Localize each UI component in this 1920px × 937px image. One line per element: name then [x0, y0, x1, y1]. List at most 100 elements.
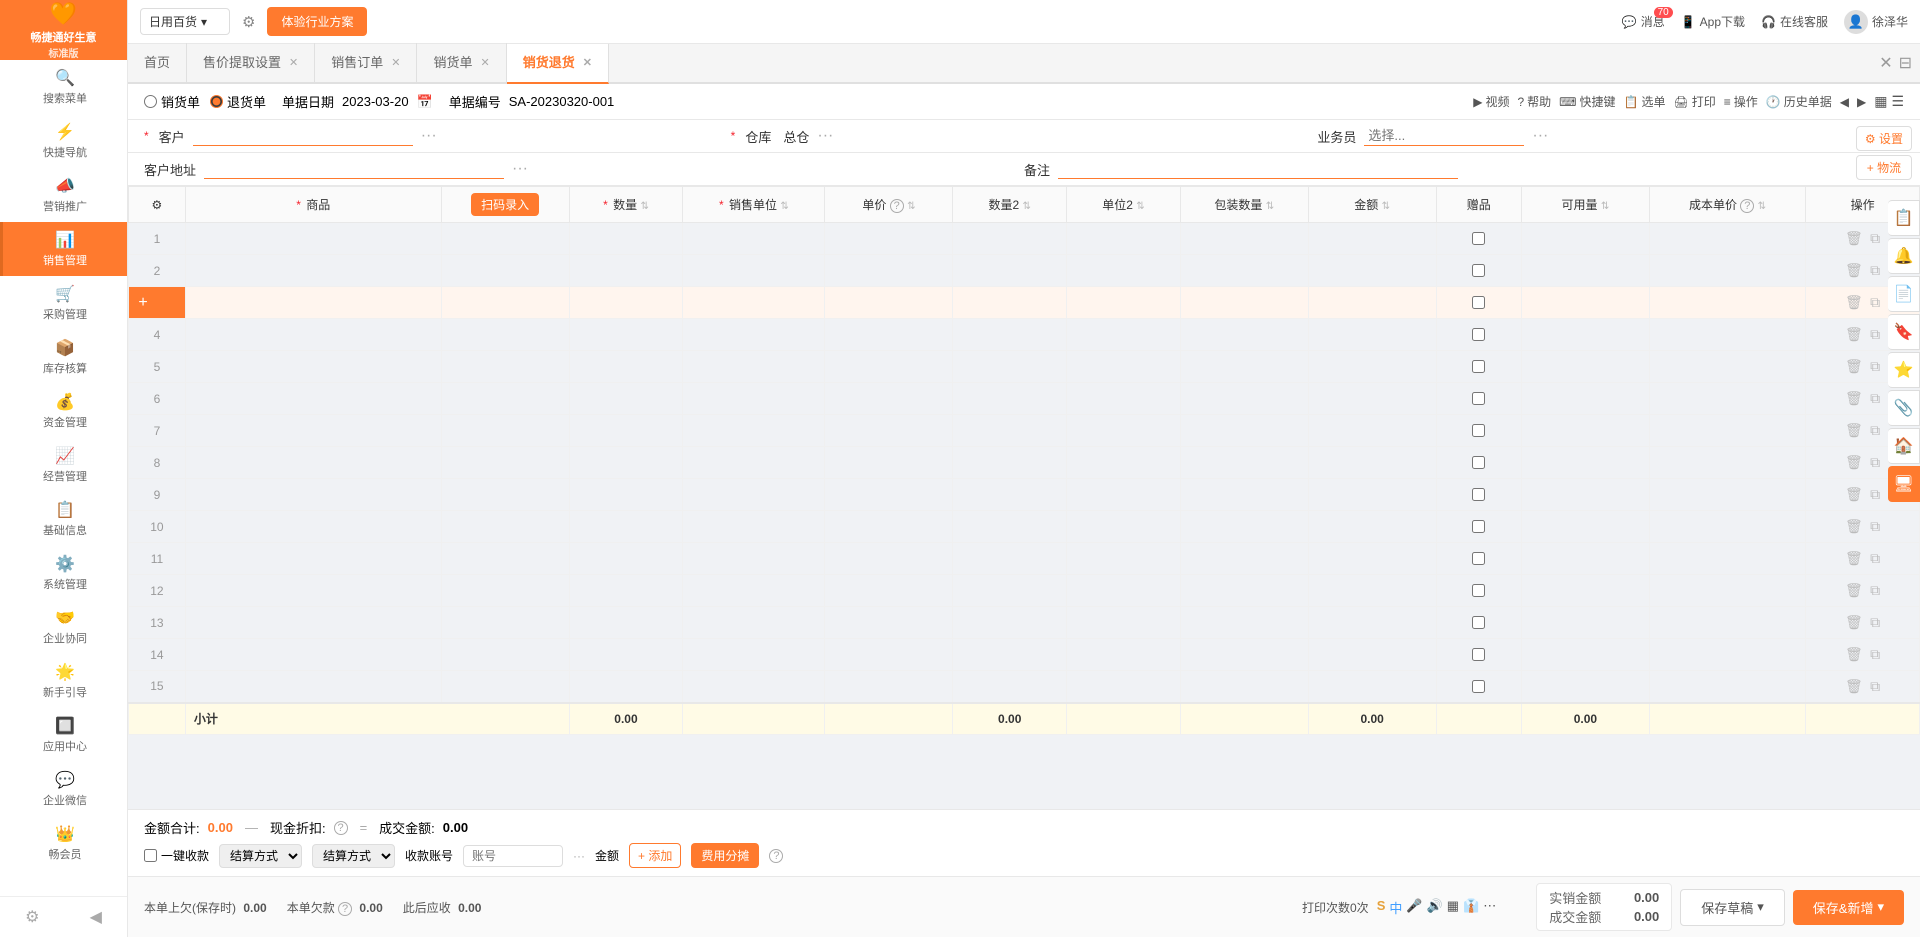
online-service-btn[interactable]: 🎧 在线客服 — [1761, 13, 1828, 30]
delete-row-btn-12[interactable]: 🗑 — [1843, 580, 1865, 601]
settle-method-select[interactable]: 结算方式 — [219, 844, 302, 868]
radio-sale-input[interactable] — [144, 95, 157, 108]
print-btn[interactable]: 🖨 打印 — [1673, 93, 1715, 110]
delete-row-btn-13[interactable]: 🗑 — [1843, 612, 1865, 633]
gift-checkbox-9[interactable] — [1472, 488, 1485, 501]
sidebar-item-system[interactable]: ⚙️ 系统管理 — [0, 546, 127, 600]
tab-menu-icon[interactable]: ⊟ — [1899, 53, 1912, 73]
select-btn[interactable]: 📋 选单 — [1624, 93, 1666, 110]
tab-close-all-icon[interactable]: ✕ — [1879, 53, 1892, 73]
sidebar-item-collab[interactable]: 🤝 企业协同 — [0, 600, 127, 654]
sidebar-item-member[interactable]: 👑 畅会员 — [0, 816, 127, 870]
settings-col-icon[interactable]: ⚙ — [152, 198, 163, 212]
save-draft-btn[interactable]: 保存草稿 ▾ — [1680, 889, 1785, 926]
goods-cell[interactable] — [185, 287, 441, 319]
sidebar-item-quicknav[interactable]: ⚡ 快捷导航 — [0, 114, 127, 168]
topnav-gear-icon[interactable]: ⚙ — [238, 9, 259, 35]
debt-info-icon[interactable]: ? — [338, 902, 352, 916]
gift-checkbox-13[interactable] — [1472, 616, 1485, 629]
message-btn[interactable]: 💬 消息 70 — [1622, 13, 1665, 30]
delete-row-btn-10[interactable]: 🗑 — [1843, 516, 1865, 537]
video-btn[interactable]: ▶ 视频 — [1473, 93, 1509, 110]
industry-select[interactable]: 日用百货 ▾ — [140, 8, 230, 35]
avail-sort-icon[interactable]: ⇅ — [1601, 201, 1609, 212]
calc-method-select[interactable]: 结算方式 — [312, 844, 395, 868]
sidebar-item-wechat[interactable]: 💬 企业微信 — [0, 762, 127, 816]
unit-sort-icon[interactable]: ⇅ — [780, 201, 788, 212]
tab-price-extract[interactable]: 售价提取设置 ✕ — [187, 43, 315, 83]
address-input[interactable] — [204, 159, 504, 179]
right-btn-home[interactable]: 🏠 — [1888, 428, 1920, 464]
goods-cell[interactable] — [185, 671, 441, 703]
goods-cell[interactable] — [185, 511, 441, 543]
right-btn-attach[interactable]: 📎 — [1888, 390, 1920, 426]
salesperson-input[interactable] — [1364, 126, 1524, 146]
gift-checkbox-10[interactable] — [1472, 520, 1485, 533]
one-key-checkbox[interactable]: 一键收款 — [144, 847, 209, 864]
delete-row-btn-9[interactable]: 🗑 — [1843, 484, 1865, 505]
tab-sale-return[interactable]: 销货退货 ✕ — [507, 44, 609, 84]
radio-return[interactable]: 退货单 — [210, 92, 266, 111]
gift-checkbox-14[interactable] — [1472, 648, 1485, 661]
gift-checkbox-8[interactable] — [1472, 456, 1485, 469]
tab-sale-close-icon[interactable]: ✕ — [481, 43, 490, 83]
shortcut-btn[interactable]: ⌨ 快捷键 — [1559, 93, 1615, 110]
goods-cell[interactable] — [185, 479, 441, 511]
right-btn-detail[interactable]: 📋 — [1888, 200, 1920, 236]
copy-row-btn-13[interactable]: ⧉ — [1868, 612, 1882, 633]
sidebar-item-search[interactable]: 🔍 搜索菜单 — [0, 60, 127, 114]
warehouse-more-icon[interactable]: ··· — [817, 127, 833, 145]
one-key-input[interactable] — [144, 849, 157, 862]
goods-input-3[interactable] — [190, 295, 437, 310]
copy-row-btn-15[interactable]: ⧉ — [1868, 676, 1882, 697]
nav-next-icon[interactable]: ▶ — [1857, 95, 1866, 109]
help-btn[interactable]: ? 帮助 — [1517, 93, 1551, 110]
sidebar-item-operations[interactable]: 📈 经营管理 — [0, 438, 127, 492]
copy-row-btn-7[interactable]: ⧉ — [1868, 420, 1882, 441]
grid-view-icon[interactable]: ▦ — [1874, 93, 1887, 110]
tab-sale-slip[interactable]: 销货单 ✕ — [417, 43, 506, 83]
sidebar-item-appcenter[interactable]: 🔲 应用中心 — [0, 708, 127, 762]
history-btn[interactable]: 🕐 历史单据 — [1766, 93, 1832, 110]
sidebar-item-inventory[interactable]: 📦 库存核算 — [0, 330, 127, 384]
gift-checkbox-5[interactable] — [1472, 360, 1485, 373]
tab-return-close-icon[interactable]: ✕ — [583, 43, 592, 83]
delete-row-btn-5[interactable]: 🗑 — [1843, 356, 1865, 377]
remarks-input[interactable] — [1058, 159, 1458, 179]
gift-checkbox-4[interactable] — [1472, 328, 1485, 341]
gift-checkbox-2[interactable] — [1472, 264, 1485, 277]
right-btn-bookmark[interactable]: 🔖 — [1888, 314, 1920, 350]
qty-sort-icon[interactable]: ⇅ — [640, 201, 648, 212]
goods-cell[interactable] — [185, 351, 441, 383]
tab-price-close-icon[interactable]: ✕ — [289, 43, 298, 83]
pkg-sort-icon[interactable]: ⇅ — [1266, 201, 1274, 212]
scan-btn[interactable]: 扫码录入 — [471, 193, 539, 216]
amount-sort-icon[interactable]: ⇅ — [1382, 201, 1390, 212]
delete-row-btn-11[interactable]: 🗑 — [1843, 548, 1865, 569]
copy-row-btn-4[interactable]: ⧉ — [1868, 324, 1882, 345]
logistics-btn[interactable]: + 物流 — [1856, 155, 1912, 180]
sidebar-collapse-icon[interactable]: ◀ — [90, 907, 102, 927]
goods-cell[interactable] — [185, 639, 441, 671]
gift-checkbox-6[interactable] — [1472, 392, 1485, 405]
salesperson-more-icon[interactable]: ··· — [1532, 127, 1548, 145]
copy-row-btn-14[interactable]: ⧉ — [1868, 644, 1882, 665]
copy-row-btn-3[interactable]: ⧉ — [1868, 292, 1882, 313]
discount-info-icon[interactable]: ? — [334, 821, 348, 835]
delete-row-btn-6[interactable]: 🗑 — [1843, 388, 1865, 409]
gift-checkbox-15[interactable] — [1472, 680, 1485, 693]
price-info-icon[interactable]: ? — [890, 199, 904, 213]
sidebar-item-marketing[interactable]: 📣 营销推广 — [0, 168, 127, 222]
add-row-btn[interactable]: + — [133, 293, 153, 313]
right-btn-notify[interactable]: 🔔 — [1888, 238, 1920, 274]
delete-row-btn-4[interactable]: 🗑 — [1843, 324, 1865, 345]
price-sort-icon[interactable]: ⇅ — [907, 201, 915, 212]
unit2-sort-icon[interactable]: ⇅ — [1136, 201, 1144, 212]
copy-row-btn-12[interactable]: ⧉ — [1868, 580, 1882, 601]
nav-prev-icon[interactable]: ◀ — [1840, 95, 1849, 109]
user-profile-btn[interactable]: 👤 徐泽华 — [1844, 10, 1908, 34]
settings-gear-icon[interactable]: ⚙ — [25, 907, 39, 927]
right-btn-star[interactable]: ⭐ — [1888, 352, 1920, 388]
gift-checkbox-12[interactable] — [1472, 584, 1485, 597]
account-more-icon[interactable]: ··· — [573, 849, 585, 863]
